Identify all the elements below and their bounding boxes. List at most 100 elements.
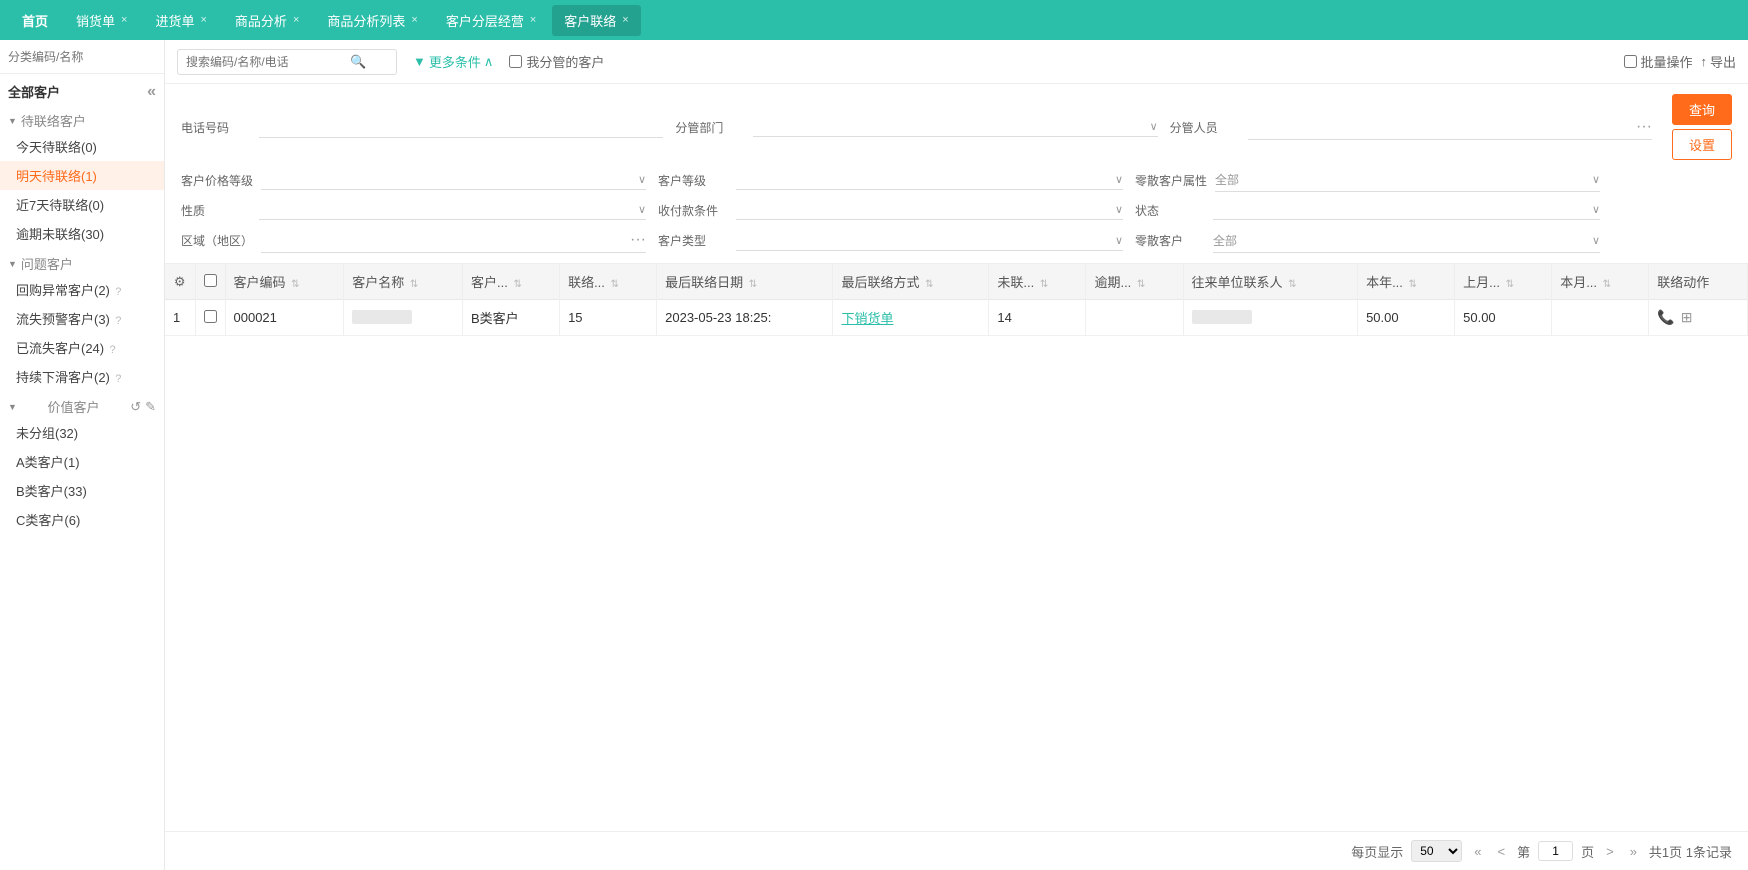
nav-close-segment[interactable]: ×: [530, 14, 536, 26]
filter-retail-select[interactable]: 全部 ∨: [1215, 168, 1600, 192]
nav-close-purchase[interactable]: ×: [200, 14, 206, 26]
th-checkbox[interactable]: [195, 264, 225, 300]
lmonth-sort-icon[interactable]: ⇅: [1506, 279, 1514, 290]
sidebar-item-today-pending[interactable]: 今天待联络(0): [0, 132, 164, 161]
export-button[interactable]: ↑ 导出: [1700, 52, 1736, 71]
filter-retail-customer: 零散客户 全部 ∨: [1135, 229, 1600, 253]
filter-status-label: 状态: [1135, 202, 1205, 219]
nav-item-home[interactable]: 首页: [10, 5, 60, 36]
nav-purchase-label: 进货单: [155, 11, 194, 30]
filter-retail-customer-select[interactable]: 全部 ∨: [1213, 229, 1600, 253]
type-sort-icon[interactable]: ⇅: [513, 279, 521, 290]
nav-close-product-list[interactable]: ×: [411, 14, 417, 26]
filter-dept: 分管部门 ∨: [675, 117, 1157, 137]
toolbar-search-icon[interactable]: 🔍: [350, 54, 366, 70]
td-checkbox[interactable]: [195, 300, 225, 336]
next-page-button[interactable]: >: [1602, 842, 1618, 861]
collapse-icon[interactable]: «: [147, 83, 156, 101]
overdue-sort-icon[interactable]: ⇅: [1137, 279, 1145, 290]
nature-chevron-icon: ∨: [638, 203, 646, 216]
my-customer-checkbox[interactable]: 我分管的客户: [509, 52, 604, 71]
sidebar-search-input[interactable]: [8, 50, 163, 64]
gear-icon[interactable]: ⚙: [174, 274, 186, 289]
per-page-select[interactable]: 50 100 200: [1411, 840, 1462, 862]
year-sort-icon[interactable]: ⇅: [1409, 279, 1417, 290]
page-number-input[interactable]: [1538, 841, 1573, 861]
filter-payment-select[interactable]: ∨: [736, 200, 1123, 220]
row-checkbox[interactable]: [204, 310, 217, 323]
filter-payment-label: 收付款条件: [658, 202, 728, 219]
sidebar-item-churn-warning[interactable]: 流失预警客户(3) ?: [0, 304, 164, 333]
nav-item-sales-order[interactable]: 销货单 ×: [64, 5, 139, 36]
nav-close-sales[interactable]: ×: [121, 14, 127, 26]
help-icon-2: ?: [109, 344, 115, 356]
contact-method-link[interactable]: 下销货单: [841, 311, 893, 326]
sidebar-item-class-a[interactable]: A类客户(1): [0, 447, 164, 476]
filter-row-1: 电话号码 分管部门 ∨ 分管人员 ··· 查询: [181, 94, 1732, 160]
sidebar-item-tomorrow-pending[interactable]: 明天待联络(1): [0, 161, 164, 190]
filter-dept-select[interactable]: ∨: [753, 117, 1157, 137]
first-page-button[interactable]: «: [1470, 842, 1485, 861]
th-contacts: 往来单位联系人 ⇅: [1183, 264, 1358, 300]
unreached-sort-icon[interactable]: ⇅: [1040, 279, 1048, 290]
sidebar-item-churned[interactable]: 已流失客户(24) ?: [0, 333, 164, 362]
sidebar-item-class-c[interactable]: C类客户(6): [0, 505, 164, 534]
sidebar-item-ungrouped[interactable]: 未分组(32): [0, 418, 164, 447]
th-settings[interactable]: ⚙: [165, 264, 195, 300]
nav-close-contact[interactable]: ×: [622, 14, 628, 26]
batch-operation-button[interactable]: 批量操作: [1624, 52, 1692, 71]
refresh-icon[interactable]: ↺: [130, 399, 141, 415]
sidebar-item-declining[interactable]: 持续下滑客户(2) ?: [0, 362, 164, 391]
nav-item-customer-segment[interactable]: 客户分层经营 ×: [434, 5, 548, 36]
setting-button[interactable]: 设置: [1672, 129, 1732, 160]
contact-sort-icon[interactable]: ⇅: [611, 279, 619, 290]
group-value-customers[interactable]: 价值客户 ↺ ✎: [0, 391, 164, 418]
sidebar-item-class-b[interactable]: B类客户(33): [0, 476, 164, 505]
name-sort-icon[interactable]: ⇅: [410, 279, 418, 290]
all-customers-header[interactable]: 全部客户 «: [0, 74, 164, 105]
last-page-button[interactable]: »: [1626, 842, 1641, 861]
help-icon-1: ?: [115, 315, 121, 327]
filter-type-select[interactable]: ∨: [736, 231, 1123, 251]
batch-checkbox[interactable]: [1624, 55, 1637, 68]
filter-manager-input: ···: [1248, 115, 1652, 140]
manager-dots-btn[interactable]: ···: [1636, 118, 1652, 136]
th-overdue: 逾期... ⇅: [1086, 264, 1183, 300]
phone-action-icon[interactable]: 📞: [1657, 309, 1674, 326]
group-problem-customers[interactable]: 问题客户: [0, 248, 164, 275]
nav-item-product-analysis-list[interactable]: 商品分析列表 ×: [315, 5, 429, 36]
filter-phone-input[interactable]: [259, 117, 663, 138]
th-last-method-label: 最后联络方式: [841, 275, 919, 290]
sidebar-item-week-pending[interactable]: 近7天待联络(0): [0, 190, 164, 219]
filter-status-select[interactable]: ∨: [1213, 200, 1600, 220]
code-sort-icon[interactable]: ⇅: [291, 279, 299, 290]
grid-action-icon[interactable]: ⊞: [1681, 309, 1693, 326]
method-sort-icon[interactable]: ⇅: [925, 279, 933, 290]
sidebar-item-overdue-contact[interactable]: 逾期未联络(30): [0, 219, 164, 248]
contacts-sort-icon[interactable]: ⇅: [1288, 279, 1296, 290]
edit-icon[interactable]: ✎: [145, 399, 156, 415]
nav-item-customer-contact[interactable]: 客户联络 ×: [552, 5, 640, 36]
my-customer-check-input[interactable]: [509, 55, 522, 68]
nav-item-product-analysis[interactable]: 商品分析 ×: [223, 5, 311, 36]
filter-price-select[interactable]: ∨: [261, 170, 646, 190]
filter-level-select[interactable]: ∨: [736, 170, 1123, 190]
table-area: ⚙ 客户编码 ⇅ 客户名称 ⇅: [165, 264, 1748, 831]
th-name-label: 客户名称: [352, 275, 404, 290]
nav-close-product[interactable]: ×: [293, 14, 299, 26]
date-sort-icon[interactable]: ⇅: [749, 279, 757, 290]
filter-panel: 电话号码 分管部门 ∨ 分管人员 ··· 查询: [165, 84, 1748, 264]
filter-nature-select[interactable]: ∨: [259, 200, 646, 220]
more-filter-button[interactable]: ▼ 更多条件 ∧: [405, 48, 501, 75]
query-button[interactable]: 查询: [1672, 94, 1732, 125]
toolbar-search-input[interactable]: [186, 55, 346, 69]
nav-item-purchase-order[interactable]: 进货单 ×: [143, 5, 218, 36]
group-pending-contact[interactable]: 待联络客户: [0, 105, 164, 132]
tmonth-sort-icon[interactable]: ⇅: [1603, 279, 1611, 290]
group-problem-label: 问题客户: [21, 254, 73, 273]
sidebar-item-abnormal-repurchase[interactable]: 回购异常客户(2) ?: [0, 275, 164, 304]
table-footer: 每页显示 50 100 200 « < 第 页 > » 共1页 1条记录: [165, 831, 1748, 870]
select-all-checkbox[interactable]: [204, 274, 217, 287]
region-dots-btn[interactable]: ···: [630, 231, 646, 249]
prev-page-button[interactable]: <: [1493, 842, 1509, 861]
